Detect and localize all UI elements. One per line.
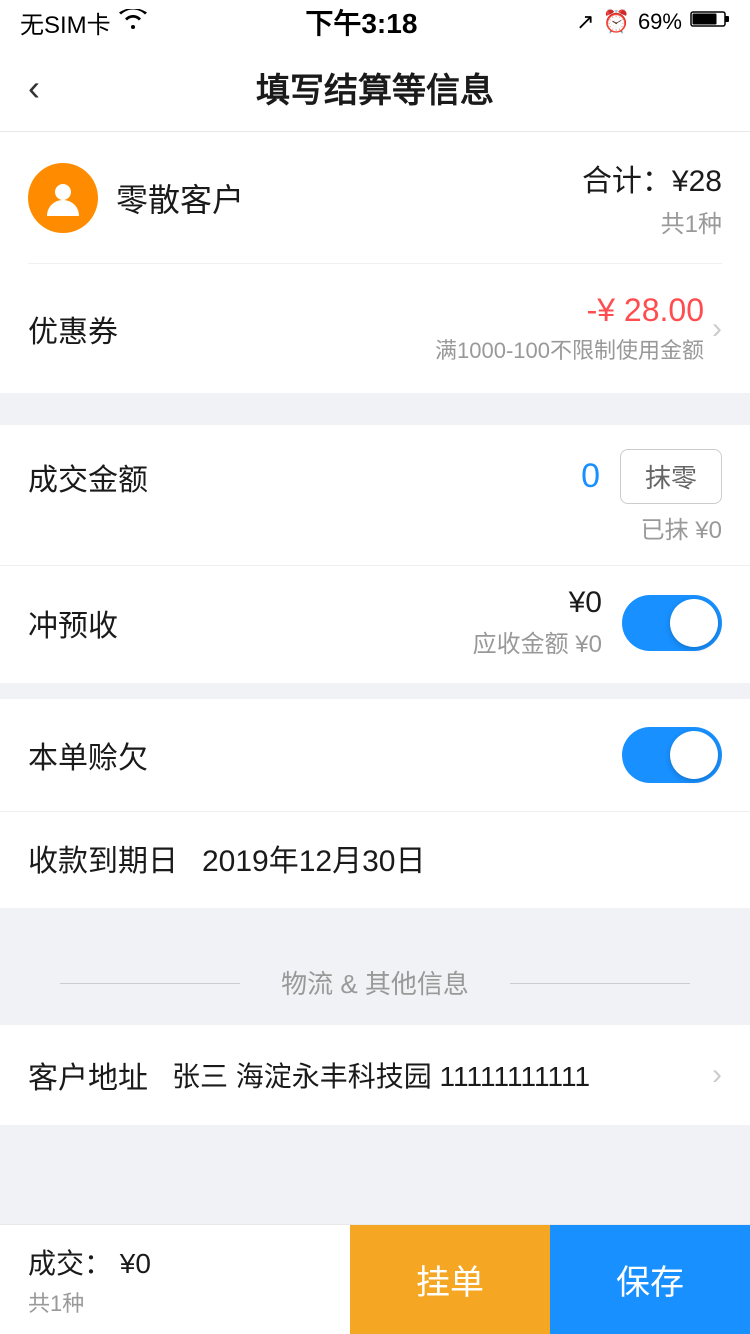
content: 零散客户 合计：¥28 共1种 优惠券 -¥ 28.00 满1000-100不限…	[0, 132, 750, 1261]
address-value: 张三 海淀永丰科技园 11111111111	[172, 1055, 712, 1095]
total-amount: 合计：¥28	[582, 156, 722, 200]
logistics-header: 物流 & 其他信息	[0, 940, 750, 1025]
sim-text: 无SIM卡	[20, 5, 111, 40]
coupon-discount: -¥ 28.00	[435, 292, 704, 329]
alarm-icon: ⏰	[603, 9, 630, 35]
toggle-knob	[670, 599, 718, 647]
coupon-desc: 满1000-100不限制使用金额	[435, 333, 704, 365]
address-section: 客户地址 张三 海淀永丰科技园 11111111111 ›	[0, 1025, 750, 1125]
location-icon: ↗	[576, 9, 594, 35]
grey-separator-3	[0, 924, 750, 940]
coupon-row[interactable]: 优惠券 -¥ 28.00 满1000-100不限制使用金额 ›	[0, 264, 750, 393]
battery-icon	[690, 9, 730, 35]
amount-label: 成交金额	[28, 455, 148, 499]
status-left: 无SIM卡	[20, 5, 147, 40]
battery-text: 69%	[638, 9, 682, 35]
deal-label: 成交：	[28, 1248, 112, 1279]
coupon-label: 优惠券	[28, 307, 118, 351]
amount-section: 成交金额 0 抹零 已抹 ¥0	[0, 425, 750, 565]
coupon-right: -¥ 28.00 满1000-100不限制使用金额 ›	[435, 292, 722, 365]
customer-total: 合计：¥28 共1种	[582, 156, 722, 239]
prepay-row: 冲预收 ¥0 应收金额 ¥0	[28, 586, 722, 659]
save-button[interactable]: 保存	[550, 1225, 750, 1334]
prepay-toggle[interactable]	[622, 595, 722, 651]
address-row[interactable]: 客户地址 张三 海淀永丰科技园 11111111111 ›	[0, 1025, 750, 1125]
status-right: ↗ ⏰ 69%	[576, 9, 730, 35]
grey-separator-2	[0, 683, 750, 699]
amount-row: 成交金额 0 抹零	[28, 449, 722, 504]
customer-name: 零散客户	[116, 175, 244, 221]
grey-separator-1	[0, 409, 750, 425]
prepay-label: 冲预收	[28, 601, 118, 645]
chevron-right-icon: ›	[712, 312, 722, 346]
duedate-section: 收款到期日 2019年12月30日	[0, 811, 750, 908]
coupon-amount: -¥ 28.00 满1000-100不限制使用金额	[435, 292, 704, 365]
prepay-sub: 应收金额 ¥0	[473, 624, 602, 659]
prepay-section: 冲预收 ¥0 应收金额 ¥0	[0, 565, 750, 683]
total-count: 共1种	[582, 204, 722, 239]
debt-label: 本单赊欠	[28, 733, 148, 777]
address-label: 客户地址	[28, 1053, 148, 1097]
status-time: 下午3:18	[305, 2, 417, 42]
customer-section: 零散客户 合计：¥28 共1种 优惠券 -¥ 28.00 满1000-100不限…	[0, 132, 750, 393]
duedate-value: 2019年12月30日	[202, 836, 425, 880]
customer-row: 零散客户 合计：¥28 共1种	[0, 132, 750, 263]
avatar	[28, 163, 98, 233]
hold-button[interactable]: 挂单	[350, 1225, 550, 1334]
prepay-right: ¥0 应收金额 ¥0	[473, 586, 722, 659]
bottom-deal: 成交： ¥0	[28, 1242, 322, 1282]
amount-right: 0 抹零	[581, 449, 722, 504]
back-button[interactable]: ‹	[28, 67, 40, 109]
debt-section: 本单赊欠 收款到期日 2019年12月30日	[0, 699, 750, 908]
prepay-value: ¥0	[473, 586, 602, 620]
round-button[interactable]: 抹零	[620, 449, 722, 504]
amount-value: 0	[581, 457, 600, 496]
debt-toggle[interactable]	[622, 727, 722, 783]
deal-amount: ¥0	[120, 1248, 151, 1279]
debt-toggle-knob	[670, 731, 718, 779]
bottom-count: 共1种	[28, 1286, 322, 1318]
page-title: 填写结算等信息	[256, 63, 494, 112]
duedate-label: 收款到期日	[28, 836, 178, 880]
customer-left: 零散客户	[28, 163, 244, 233]
debt-row: 本单赊欠	[0, 699, 750, 811]
bottom-summary: 成交： ¥0 共1种	[0, 1242, 350, 1318]
logistics-title: 物流 & 其他信息	[265, 964, 485, 1001]
bottom-bar: 成交： ¥0 共1种 挂单 保存	[0, 1224, 750, 1334]
address-chevron-icon: ›	[712, 1058, 722, 1092]
nav-bar: ‹ 填写结算等信息	[0, 44, 750, 132]
status-bar: 无SIM卡 下午3:18 ↗ ⏰ 69%	[0, 0, 750, 44]
amount-sub: 已抹 ¥0	[28, 510, 722, 545]
prepay-amount: ¥0 应收金额 ¥0	[473, 586, 602, 659]
duedate-row: 收款到期日 2019年12月30日	[28, 836, 722, 880]
wifi-icon	[119, 8, 147, 36]
